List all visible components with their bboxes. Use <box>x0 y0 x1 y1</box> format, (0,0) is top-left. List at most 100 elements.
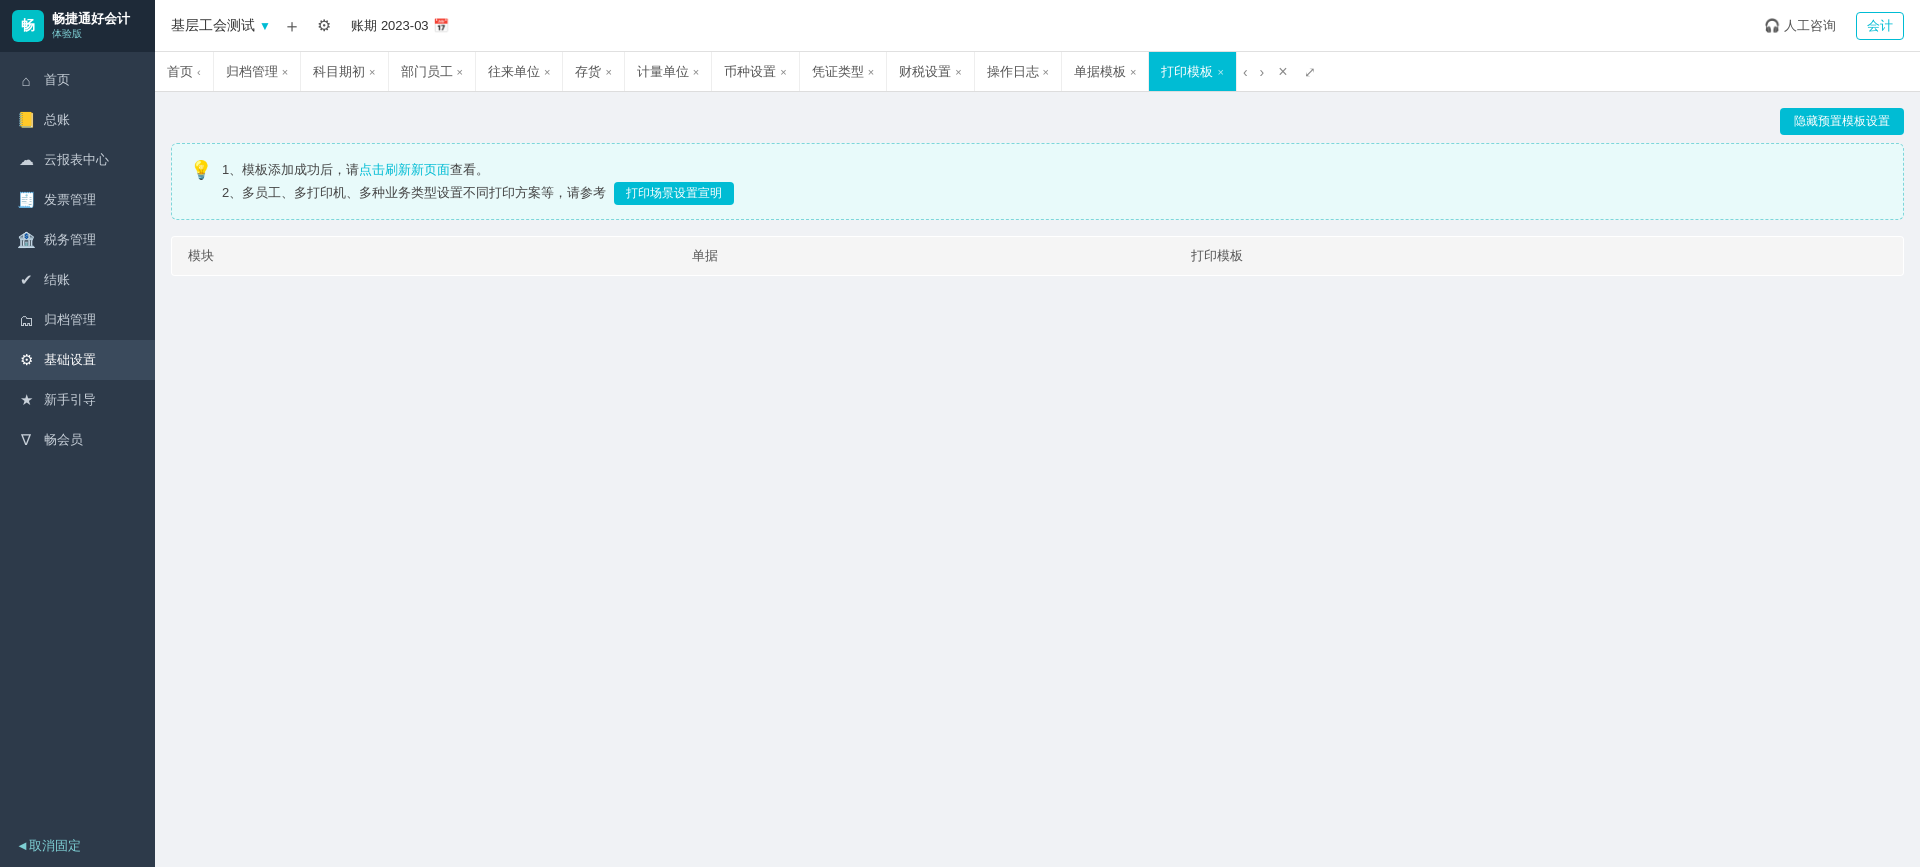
sidebar-item-checkout[interactable]: ✔ 结账 <box>0 260 155 300</box>
notice-content: 1、模板添加成功后，请点击刷新新页面查看。 2、多员工、多打印机、多种业务类型设… <box>222 158 734 205</box>
tab-template-close[interactable]: × <box>1130 66 1136 78</box>
period-value: 2023-03 <box>381 18 429 33</box>
tab-inventory-label: 存货 <box>575 63 601 81</box>
invoice-icon: 🧾 <box>16 190 36 210</box>
help-button[interactable]: 🎧 人工咨询 <box>1764 17 1836 35</box>
tab-oplog-label: 操作日志 <box>987 63 1039 81</box>
notice-box: 💡 1、模板添加成功后，请点击刷新新页面查看。 2、多员工、多打印机、多种业务类… <box>171 143 1904 220</box>
sidebar-item-reports[interactable]: ☁ 云报表中心 <box>0 140 155 180</box>
tab-currency-close[interactable]: × <box>780 66 786 78</box>
tab-unit[interactable]: 计量单位 × <box>625 52 712 92</box>
sidebar-label-tax: 税务管理 <box>44 231 96 249</box>
settings-icon: ⚙ <box>16 350 36 370</box>
tab-prev-button[interactable]: ‹ <box>1237 52 1254 92</box>
tab-subject-close[interactable]: × <box>369 66 375 78</box>
hide-template-section: 隐藏预置模板设置 <box>171 108 1904 135</box>
calendar-icon: 📅 <box>433 18 449 33</box>
tab-printtemplate-label: 打印模板 <box>1161 63 1213 81</box>
period-selector[interactable]: 账期 2023-03 📅 <box>351 17 449 35</box>
notice-line1-prefix: 1、模板添加成功后，请 <box>222 162 359 177</box>
sidebar-item-ledger[interactable]: 📒 总账 <box>0 100 155 140</box>
company-selector[interactable]: 基层工会测试 ▼ <box>171 17 271 35</box>
bulb-icon: 💡 <box>190 159 212 181</box>
logo-sub: 体验版 <box>52 27 130 41</box>
tab-currency-label: 币种设置 <box>724 63 776 81</box>
tab-home-chevron[interactable]: ‹ <box>197 66 201 78</box>
logo-name: 畅捷通好会计 <box>52 11 130 27</box>
tab-dept-label: 部门员工 <box>401 63 453 81</box>
sidebar-label-reports: 云报表中心 <box>44 151 109 169</box>
table-header-row: 模块 单据 打印模板 <box>172 237 1904 276</box>
sidebar-item-settings[interactable]: ⚙ 基础设置 <box>0 340 155 380</box>
sidebar-item-tax[interactable]: 🏦 税务管理 <box>0 220 155 260</box>
tab-currency[interactable]: 币种设置 × <box>712 52 799 92</box>
col-module: 模块 <box>172 237 676 276</box>
notice-line1-suffix: 查看。 <box>450 162 489 177</box>
tab-voucher-close[interactable]: × <box>868 66 874 78</box>
sidebar: 畅 畅捷通好会计 体验版 ⌂ 首页 📒 总账 ☁ 云报表中心 🧾 发票管理 🏦 … <box>0 0 155 867</box>
tab-printtemplate[interactable]: 打印模板 × <box>1149 52 1236 92</box>
sidebar-label-guide: 新手引导 <box>44 391 96 409</box>
tab-dept[interactable]: 部门员工 × <box>389 52 476 92</box>
notice-line2-prefix: 2、多员工、多打印机、多种业务类型设置不同打印方案等，请参考 <box>222 185 606 200</box>
sidebar-item-guide[interactable]: ★ 新手引导 <box>0 380 155 420</box>
company-dropdown-icon: ▼ <box>259 19 271 33</box>
tab-partner[interactable]: 往来单位 × <box>476 52 563 92</box>
add-tab-button[interactable]: ＋ <box>279 14 305 38</box>
guide-icon: ★ <box>16 390 36 410</box>
tab-oplog[interactable]: 操作日志 × <box>975 52 1062 92</box>
archive-icon: 🗂 <box>16 310 36 330</box>
tab-subject-label: 科目期初 <box>313 63 365 81</box>
sidebar-label-home: 首页 <box>44 71 70 89</box>
tab-printtemplate-close[interactable]: × <box>1217 66 1223 78</box>
account-button[interactable]: 会计 <box>1856 12 1904 40</box>
sidebar-label-invoice: 发票管理 <box>44 191 96 209</box>
notice-line1: 1、模板添加成功后，请点击刷新新页面查看。 <box>222 158 734 181</box>
topbar: 基层工会测试 ▼ ＋ ⚙ 账期 2023-03 📅 🎧 人工咨询 会计 <box>155 0 1920 52</box>
tab-home-label: 首页 <box>167 63 193 81</box>
tab-archive-close[interactable]: × <box>282 66 288 78</box>
tab-close-all-button[interactable]: × <box>1270 52 1295 92</box>
tab-unit-close[interactable]: × <box>693 66 699 78</box>
col-template: 打印模板 <box>1175 237 1903 276</box>
tab-expand-button[interactable]: ⤢ <box>1296 52 1324 92</box>
sidebar-item-invoice[interactable]: 🧾 发票管理 <box>0 180 155 220</box>
notice-line2: 2、多员工、多打印机、多种业务类型设置不同打印方案等，请参考 打印场景设置宣明 <box>222 181 734 205</box>
sidebar-label-ledger: 总账 <box>44 111 70 129</box>
member-icon: ∇ <box>16 430 36 450</box>
sidebar-item-archive[interactable]: 🗂 归档管理 <box>0 300 155 340</box>
help-label: 人工咨询 <box>1784 17 1836 35</box>
print-scene-btn[interactable]: 打印场景设置宣明 <box>614 182 734 205</box>
tab-template-label: 单据模板 <box>1074 63 1126 81</box>
tab-next-button[interactable]: › <box>1254 52 1271 92</box>
tab-subject[interactable]: 科目期初 × <box>301 52 388 92</box>
reports-icon: ☁ <box>16 150 36 170</box>
tab-template[interactable]: 单据模板 × <box>1062 52 1149 92</box>
topbar-settings-icon[interactable]: ⚙ <box>313 16 335 35</box>
content-area: 隐藏预置模板设置 💡 1、模板添加成功后，请点击刷新新页面查看。 2、多员工、多… <box>155 92 1920 867</box>
tab-partner-close[interactable]: × <box>544 66 550 78</box>
home-icon: ⌂ <box>16 70 36 90</box>
sidebar-logo: 畅 畅捷通好会计 体验版 <box>0 0 155 52</box>
hide-template-button[interactable]: 隐藏预置模板设置 <box>1780 108 1904 135</box>
sidebar-label-checkout: 结账 <box>44 271 70 289</box>
period-label: 账期 <box>351 17 377 35</box>
main-area: 基层工会测试 ▼ ＋ ⚙ 账期 2023-03 📅 🎧 人工咨询 会计 首页 ‹… <box>155 0 1920 867</box>
tab-voucher[interactable]: 凭证类型 × <box>800 52 887 92</box>
tab-partner-label: 往来单位 <box>488 63 540 81</box>
sidebar-label-archive: 归档管理 <box>44 311 96 329</box>
print-template-table: 模块 单据 打印模板 <box>171 236 1904 276</box>
sidebar-item-home[interactable]: ⌂ 首页 <box>0 60 155 100</box>
sidebar-item-member[interactable]: ∇ 畅会员 <box>0 420 155 460</box>
tab-taxset[interactable]: 财税设置 × <box>887 52 974 92</box>
tab-archive[interactable]: 归档管理 × <box>214 52 301 92</box>
sidebar-unpin-button[interactable]: ◄取消固定 <box>0 825 155 867</box>
notice-refresh-link[interactable]: 点击刷新新页面 <box>359 162 450 177</box>
tab-dept-close[interactable]: × <box>457 66 463 78</box>
tab-inventory-close[interactable]: × <box>605 66 611 78</box>
tab-taxset-close[interactable]: × <box>955 66 961 78</box>
tax-icon: 🏦 <box>16 230 36 250</box>
tab-inventory[interactable]: 存货 × <box>563 52 624 92</box>
tab-home[interactable]: 首页 ‹ <box>155 52 214 92</box>
tab-oplog-close[interactable]: × <box>1043 66 1049 78</box>
